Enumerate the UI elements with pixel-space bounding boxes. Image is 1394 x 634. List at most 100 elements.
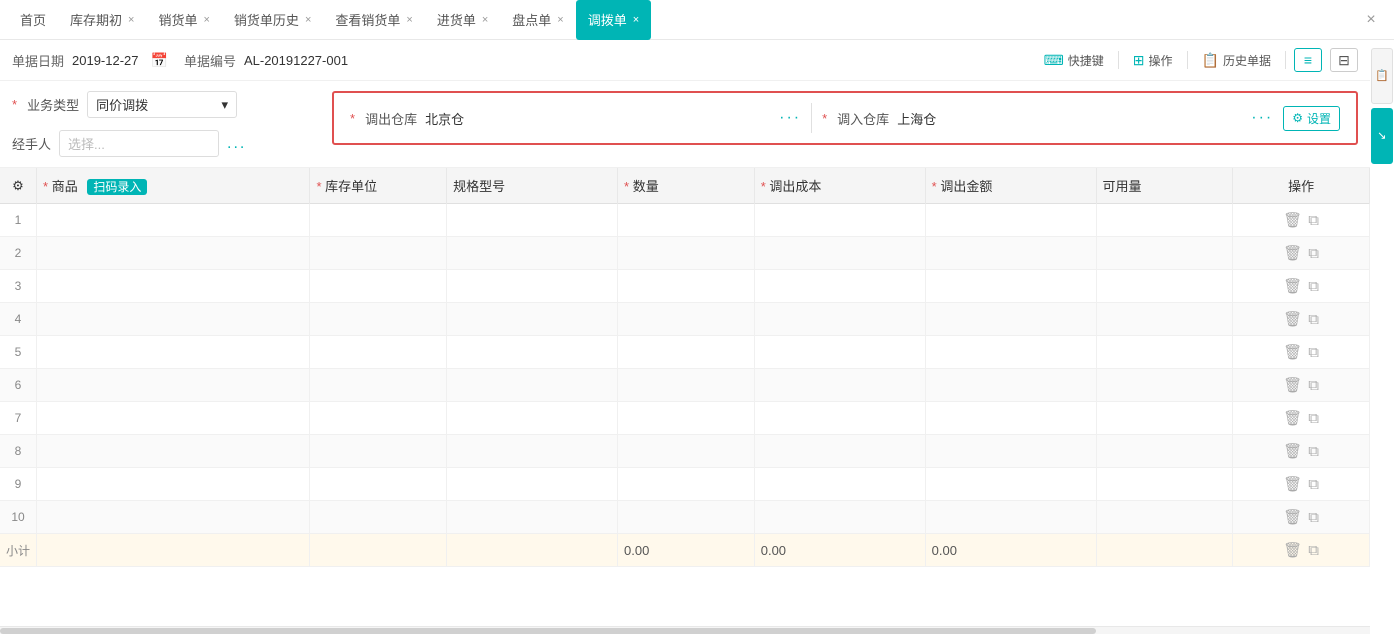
delete-icon[interactable]: 🗑 — [1283, 442, 1302, 460]
tab-purchase-order[interactable]: 进货单 × — [425, 0, 500, 40]
settings-col[interactable]: ⚙ — [0, 168, 37, 204]
tab-inventory-check[interactable]: 盘点单 × — [500, 0, 575, 40]
qty-cell[interactable] — [618, 435, 755, 468]
tab-sales-order-close[interactable]: × — [203, 14, 209, 26]
qty-cell[interactable] — [618, 501, 755, 534]
unit-cell[interactable] — [310, 204, 447, 237]
biz-type-select[interactable]: 同价调拨 ▾ — [87, 91, 237, 118]
tab-inventory-check-close[interactable]: × — [557, 14, 563, 26]
list-view-button[interactable]: ⊟ — [1330, 48, 1358, 72]
delete-icon[interactable]: 🗑 — [1283, 244, 1302, 262]
operation-button[interactable]: ⊞ 操作 — [1127, 49, 1179, 72]
delete-icon[interactable]: 🗑 — [1283, 376, 1302, 394]
table-settings-icon[interactable]: ⚙ — [12, 178, 24, 193]
amount-cell[interactable] — [925, 303, 1096, 336]
spec-cell[interactable] — [447, 501, 618, 534]
copy-icon[interactable]: ⧉ — [1308, 377, 1319, 394]
delete-icon[interactable]: 🗑 — [1283, 343, 1302, 361]
copy-icon[interactable]: ⧉ — [1308, 410, 1319, 427]
unit-cell[interactable] — [310, 270, 447, 303]
unit-cell[interactable] — [310, 468, 447, 501]
spec-cell[interactable] — [447, 237, 618, 270]
unit-cell[interactable] — [310, 501, 447, 534]
copy-icon[interactable]: ⧉ — [1308, 542, 1319, 559]
grid-view-button[interactable]: ≡ — [1294, 48, 1322, 72]
spec-cell[interactable] — [447, 303, 618, 336]
goods-cell[interactable] — [37, 336, 310, 369]
tab-purchase-order-close[interactable]: × — [482, 14, 488, 26]
cost-cell[interactable]: 0.00 — [754, 534, 925, 567]
goods-cell[interactable] — [37, 369, 310, 402]
scrollbar-thumb[interactable] — [0, 628, 1096, 634]
amount-cell[interactable] — [925, 237, 1096, 270]
goods-cell[interactable] — [37, 468, 310, 501]
delete-icon[interactable]: 🗑 — [1283, 310, 1302, 328]
spec-cell[interactable] — [447, 204, 618, 237]
transfer-out-more-btn[interactable]: ··· — [779, 109, 801, 127]
sidebar-doc-button[interactable]: 📋 — [1371, 48, 1393, 104]
spec-cell[interactable] — [447, 534, 618, 567]
copy-icon[interactable]: ⧉ — [1308, 278, 1319, 295]
operator-select[interactable]: 选择... — [59, 130, 219, 157]
settings-button[interactable]: ⚙ 设置 — [1283, 106, 1340, 131]
unit-cell[interactable] — [310, 369, 447, 402]
operator-more-btn[interactable]: ... — [227, 135, 246, 153]
goods-cell[interactable] — [37, 204, 310, 237]
spec-cell[interactable] — [447, 468, 618, 501]
qty-cell[interactable] — [618, 270, 755, 303]
spec-cell[interactable] — [447, 402, 618, 435]
copy-icon[interactable]: ⧉ — [1308, 311, 1319, 328]
delete-icon[interactable]: 🗑 — [1283, 541, 1302, 559]
sidebar-export-button[interactable]: ↗ — [1371, 108, 1393, 164]
tab-view-sales[interactable]: 查看销货单 × — [323, 0, 424, 40]
cost-cell[interactable] — [754, 402, 925, 435]
goods-cell[interactable] — [37, 237, 310, 270]
cost-cell[interactable] — [754, 501, 925, 534]
qty-cell[interactable] — [618, 303, 755, 336]
tab-sales-history[interactable]: 销货单历史 × — [222, 0, 323, 40]
copy-icon[interactable]: ⧉ — [1308, 476, 1319, 493]
unit-cell[interactable] — [310, 336, 447, 369]
copy-icon[interactable]: ⧉ — [1308, 245, 1319, 262]
cost-cell[interactable] — [754, 204, 925, 237]
copy-icon[interactable]: ⧉ — [1308, 443, 1319, 460]
cost-cell[interactable] — [754, 369, 925, 402]
amount-cell[interactable] — [925, 369, 1096, 402]
goods-cell[interactable] — [37, 534, 310, 567]
qty-cell[interactable]: 0.00 — [618, 534, 755, 567]
unit-cell[interactable] — [310, 402, 447, 435]
tab-transfer-order-close[interactable]: × — [633, 14, 639, 26]
tab-inventory-init[interactable]: 库存期初 × — [58, 0, 146, 40]
delete-icon[interactable]: 🗑 — [1283, 475, 1302, 493]
copy-icon[interactable]: ⧉ — [1308, 509, 1319, 526]
goods-cell[interactable] — [37, 435, 310, 468]
unit-cell[interactable] — [310, 237, 447, 270]
calendar-icon[interactable]: 📅 — [151, 52, 168, 69]
cost-cell[interactable] — [754, 303, 925, 336]
tab-sales-history-close[interactable]: × — [305, 14, 311, 26]
spec-cell[interactable] — [447, 336, 618, 369]
amount-cell[interactable]: 0.00 — [925, 534, 1096, 567]
shortcut-button[interactable]: ⌨ 快捷键 — [1038, 49, 1110, 72]
unit-cell[interactable] — [310, 435, 447, 468]
qty-cell[interactable] — [618, 237, 755, 270]
qty-cell[interactable] — [618, 336, 755, 369]
copy-icon[interactable]: ⧉ — [1308, 344, 1319, 361]
delete-icon[interactable]: 🗑 — [1283, 277, 1302, 295]
amount-cell[interactable] — [925, 270, 1096, 303]
qty-cell[interactable] — [618, 204, 755, 237]
spec-cell[interactable] — [447, 435, 618, 468]
unit-cell[interactable] — [310, 534, 447, 567]
goods-cell[interactable] — [37, 270, 310, 303]
history-button[interactable]: 📋 历史单据 — [1196, 49, 1277, 72]
goods-cell[interactable] — [37, 303, 310, 336]
amount-cell[interactable] — [925, 336, 1096, 369]
amount-cell[interactable] — [925, 501, 1096, 534]
transfer-in-more-btn[interactable]: ··· — [1251, 109, 1273, 127]
qty-cell[interactable] — [618, 369, 755, 402]
amount-cell[interactable] — [925, 204, 1096, 237]
cost-cell[interactable] — [754, 336, 925, 369]
tab-inventory-init-close[interactable]: × — [128, 14, 134, 26]
tab-transfer-order[interactable]: 调拨单 × — [576, 0, 651, 40]
cost-cell[interactable] — [754, 435, 925, 468]
